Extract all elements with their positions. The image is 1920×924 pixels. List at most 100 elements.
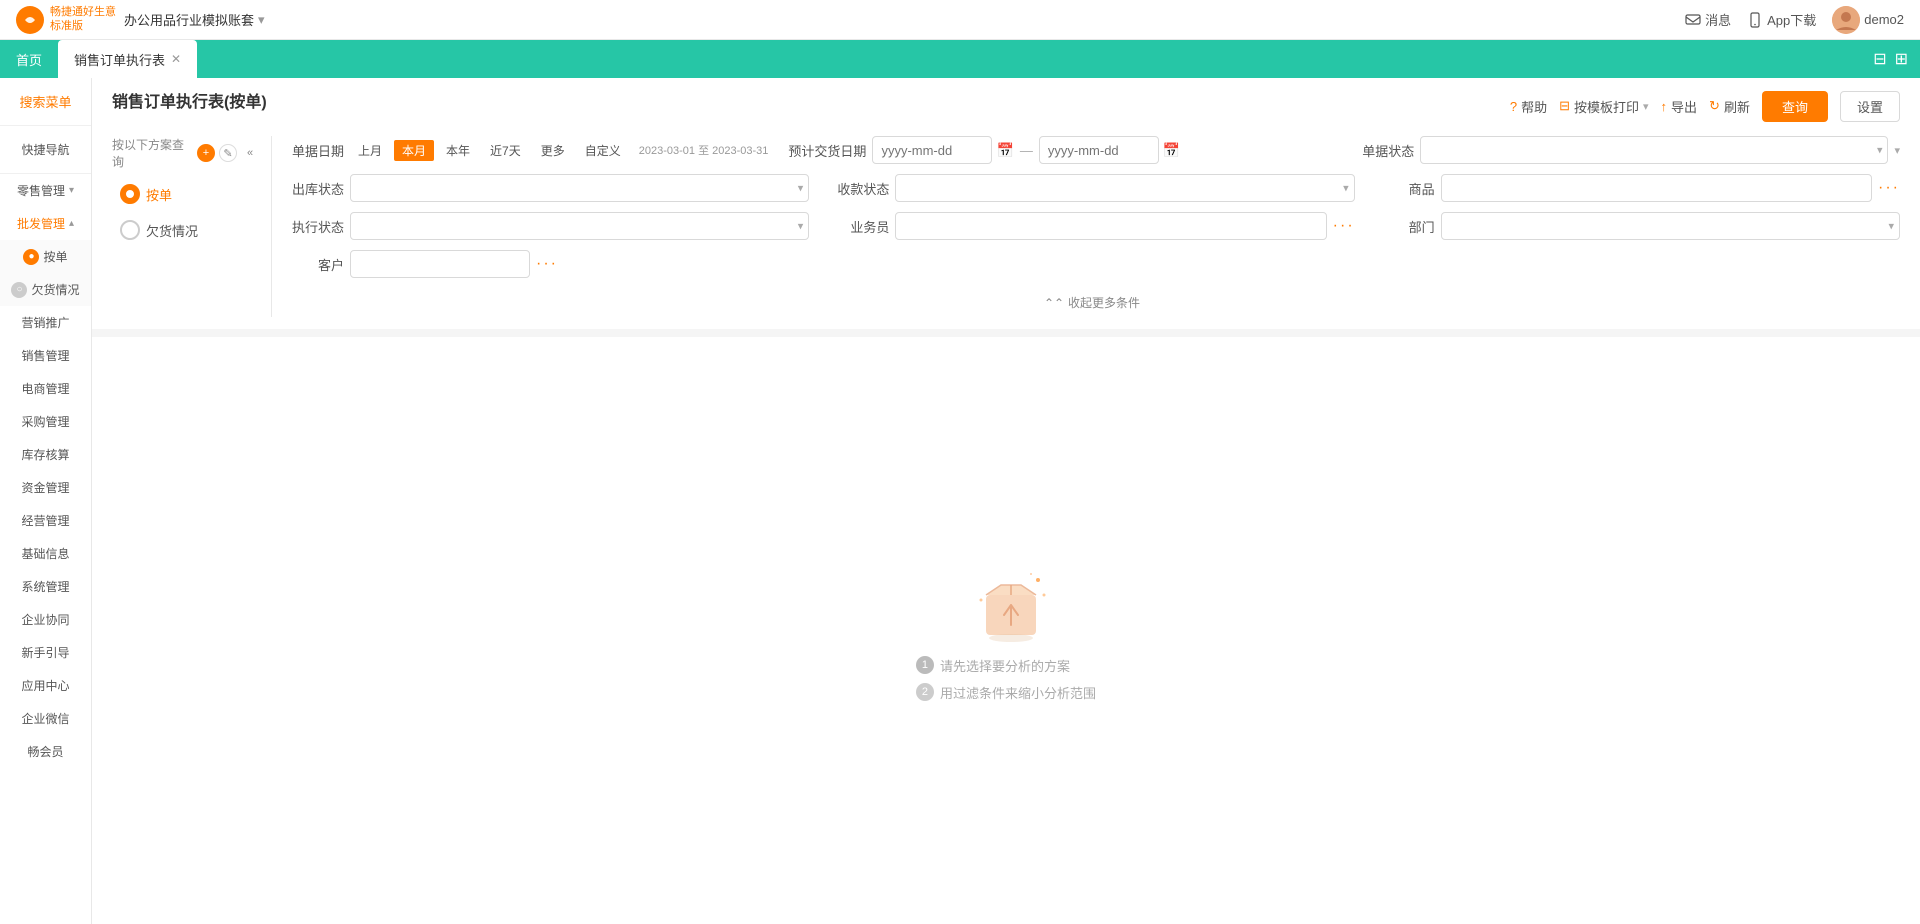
- date-tab-自定义[interactable]: 自定义: [577, 140, 629, 161]
- sidebar-item-ecommerce[interactable]: 电商管理: [0, 372, 91, 405]
- exec-status-select[interactable]: [350, 212, 809, 240]
- filter-panel-title: 按以下方案查询 + ✎ «: [112, 136, 259, 170]
- product-more-icon[interactable]: ···: [1878, 179, 1900, 197]
- tab-bar-right: ⊟ ⊞: [1873, 49, 1920, 69]
- tab-bar: 首页 销售订单执行表 ✕ ⊟ ⊞: [0, 40, 1920, 78]
- empty-state: 1 请先选择要分析的方案 2 用过滤条件来缩小分析范围: [92, 337, 1920, 924]
- expected-date-label: 预计交货日期: [788, 141, 866, 160]
- salesperson-input[interactable]: [895, 212, 1326, 240]
- tab-expand-icon[interactable]: ⊞: [1895, 49, 1908, 69]
- sidebar-search[interactable]: 搜索菜单: [0, 78, 91, 126]
- help-button[interactable]: ? 帮助: [1510, 97, 1547, 116]
- date-tab-本年[interactable]: 本年: [438, 140, 478, 161]
- sidebar-item-basic-info[interactable]: 基础信息: [0, 537, 91, 570]
- edit-scheme-icon[interactable]: ✎: [219, 144, 237, 162]
- message-icon: [1685, 12, 1701, 28]
- salesperson-field: 业务员 ···: [829, 212, 1354, 240]
- app-logo: [16, 6, 44, 34]
- page-top-bar: 销售订单执行表(按单) ? 帮助 ⊟ 按模板打印 ▾ ↑ 导出 ↻ 刷新: [92, 78, 1920, 124]
- sidebar-item-marketing[interactable]: 营销推广: [0, 306, 91, 339]
- receipt-status-label: 收款状态: [829, 179, 889, 198]
- date-tab-本月[interactable]: 本月: [394, 140, 434, 161]
- product-input[interactable]: [1441, 174, 1872, 202]
- sidebar-item-system[interactable]: 系统管理: [0, 570, 91, 603]
- sidebar-item-operations[interactable]: 经营管理: [0, 504, 91, 537]
- sidebar-item-sales[interactable]: 销售管理: [0, 339, 91, 372]
- sidebar-item-purchase[interactable]: 采购管理: [0, 405, 91, 438]
- filter-row-2: 出库状态 收款状态: [284, 174, 1900, 202]
- tab-home[interactable]: 首页: [0, 40, 58, 78]
- settings-button[interactable]: 设置: [1840, 91, 1900, 122]
- salesperson-more-icon[interactable]: ···: [1333, 217, 1355, 235]
- customer-input[interactable]: [350, 250, 530, 278]
- export-button[interactable]: ↑ 导出: [1661, 97, 1698, 116]
- filter-option-欠货情况[interactable]: 欠货情况: [112, 214, 259, 246]
- sidebar-item-member[interactable]: 畅会员: [0, 735, 91, 768]
- add-scheme-icon[interactable]: +: [197, 144, 215, 162]
- receipt-status-select[interactable]: [895, 174, 1354, 202]
- title-icons: + ✎ «: [197, 144, 259, 162]
- sub-item2-icon: ○: [11, 282, 27, 298]
- sidebar-item-wechat[interactable]: 企业微信: [0, 702, 91, 735]
- department-select[interactable]: [1441, 212, 1900, 240]
- main-layout: 搜索菜单 快捷导航 零售管理 ▾ 批发管理 ▴ ● 按单 ○: [0, 78, 1920, 924]
- sidebar-item-enterprise[interactable]: 企业协同: [0, 603, 91, 636]
- order-date-label: 单据日期: [284, 141, 344, 160]
- receipt-status-field: 收款状态: [829, 174, 1354, 202]
- query-button[interactable]: 查询: [1762, 91, 1828, 122]
- user-profile[interactable]: demo2: [1832, 6, 1904, 34]
- sidebar-item-app-center[interactable]: 应用中心: [0, 669, 91, 702]
- empty-step1: 1 请先选择要分析的方案: [916, 656, 1096, 675]
- sidebar-quick-nav[interactable]: 快捷导航: [0, 126, 91, 174]
- sidebar-item-guide[interactable]: 新手引导: [0, 636, 91, 669]
- messages-button[interactable]: 消息: [1685, 10, 1731, 29]
- date-separator: —: [1018, 143, 1035, 158]
- step1-icon: 1: [916, 656, 934, 674]
- product-label: 商品: [1375, 179, 1435, 198]
- sidebar-item-finance[interactable]: 资金管理: [0, 471, 91, 504]
- date-tab-近7天[interactable]: 近7天: [482, 140, 529, 161]
- breadcrumb[interactable]: 办公用品行业模拟账套 ▾: [124, 10, 265, 29]
- collapse-button[interactable]: ⌃⌃ 收起更多条件: [284, 288, 1900, 317]
- sidebar-item-inventory[interactable]: 库存核算: [0, 438, 91, 471]
- filter-option-按单[interactable]: 按单: [112, 178, 259, 210]
- option-selected-icon: [120, 184, 140, 204]
- tab-sales-order[interactable]: 销售订单执行表 ✕: [58, 40, 197, 78]
- tab-close-icon[interactable]: ✕: [171, 52, 181, 66]
- date-range-text: 2023-03-01 至 2023-03-31: [639, 142, 769, 158]
- out-status-label: 出库状态: [284, 179, 344, 198]
- sidebar-sub-item-欠货情况[interactable]: ○ 欠货情况: [0, 273, 91, 306]
- sidebar-item-wholesale[interactable]: 批发管理 ▴: [0, 207, 91, 240]
- expected-date-start-input[interactable]: [872, 136, 992, 164]
- print-dropdown-icon: ▾: [1643, 100, 1649, 113]
- date-tab-更多[interactable]: 更多: [533, 140, 573, 161]
- page-actions: ? 帮助 ⊟ 按模板打印 ▾ ↑ 导出 ↻ 刷新 查询 设置: [1510, 91, 1900, 122]
- sidebar-sub-item-按单[interactable]: ● 按单: [0, 240, 91, 273]
- sidebar: 搜索菜单 快捷导航 零售管理 ▾ 批发管理 ▴ ● 按单 ○: [0, 78, 92, 924]
- order-status-select-wrapper: [1420, 136, 1888, 164]
- order-status-select[interactable]: [1420, 136, 1888, 164]
- tab-minimize-icon[interactable]: ⊟: [1873, 49, 1886, 69]
- header-right: 消息 App下载 demo2: [1685, 6, 1904, 34]
- department-select-wrapper: [1441, 212, 1900, 240]
- exec-status-field: 执行状态: [284, 212, 809, 240]
- customer-more-icon[interactable]: ···: [536, 255, 558, 273]
- out-status-select[interactable]: [350, 174, 809, 202]
- collapse-panel-icon[interactable]: «: [241, 144, 259, 162]
- date-tab-上月[interactable]: 上月: [350, 140, 390, 161]
- sidebar-item-retail[interactable]: 零售管理 ▾: [0, 174, 91, 207]
- expected-date-inputs: 📅 — 📅: [872, 136, 1180, 164]
- print-button[interactable]: ⊟ 按模板打印 ▾: [1559, 97, 1648, 116]
- calendar-start-icon[interactable]: 📅: [996, 142, 1013, 159]
- refresh-button[interactable]: ↻ 刷新: [1709, 97, 1750, 116]
- phone-icon: [1747, 12, 1763, 28]
- receipt-status-select-wrapper: [895, 174, 1354, 202]
- expected-date-end-input[interactable]: [1039, 136, 1159, 164]
- page-title: 销售订单执行表(按单): [112, 88, 267, 124]
- retail-arrow-icon: ▾: [69, 185, 74, 196]
- calendar-end-icon[interactable]: 📅: [1163, 142, 1180, 159]
- out-status-field: 出库状态: [284, 174, 809, 202]
- help-icon: ?: [1510, 99, 1517, 114]
- exec-status-label: 执行状态: [284, 217, 344, 236]
- app-download-button[interactable]: App下载: [1747, 10, 1816, 29]
